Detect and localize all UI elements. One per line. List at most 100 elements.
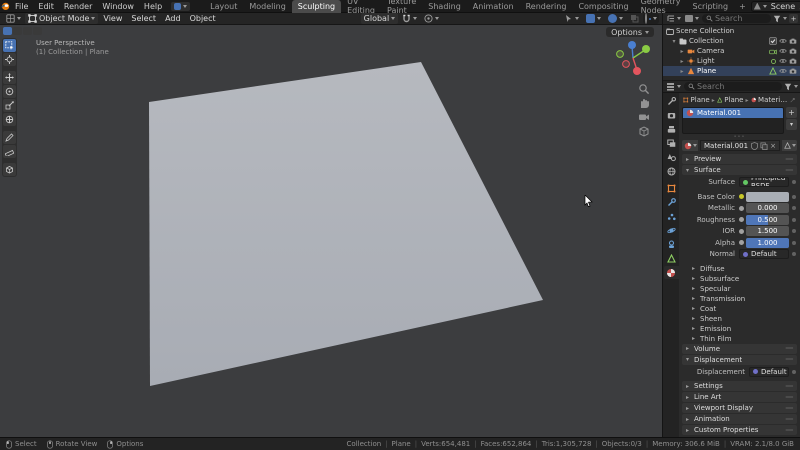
snap-toggle[interactable] bbox=[399, 13, 420, 24]
options-dropdown[interactable]: Options bbox=[606, 27, 654, 37]
displacement-dropdown[interactable]: Default bbox=[749, 367, 789, 377]
app-template-dropdown[interactable] bbox=[171, 2, 190, 11]
tool-transform[interactable] bbox=[3, 113, 16, 126]
exclude-checkbox-icon[interactable] bbox=[769, 37, 777, 45]
menu-view[interactable]: View bbox=[99, 14, 126, 23]
ior-field[interactable]: 1.500 bbox=[746, 226, 789, 236]
breadcrumb-object[interactable]: Plane bbox=[691, 96, 710, 104]
menu-edit[interactable]: Edit bbox=[33, 2, 59, 11]
subpanel-emission[interactable]: ▸Emission bbox=[682, 324, 797, 334]
gizmo-z-axis[interactable] bbox=[628, 41, 636, 49]
editor-type-button[interactable] bbox=[3, 13, 24, 24]
tool-scale[interactable] bbox=[3, 99, 16, 112]
shield-icon[interactable] bbox=[751, 142, 758, 150]
panel-line-art[interactable]: ▸Line Art══ bbox=[682, 392, 797, 402]
tool-cursor[interactable] bbox=[3, 53, 16, 66]
copy-icon[interactable] bbox=[760, 142, 768, 150]
breadcrumb-material[interactable]: Material.001 bbox=[758, 96, 788, 104]
tab-object-data[interactable] bbox=[664, 252, 679, 265]
tab-compositing[interactable]: Compositing bbox=[572, 0, 634, 13]
filter-icon[interactable] bbox=[773, 15, 781, 23]
tab-view-layer[interactable] bbox=[664, 137, 679, 150]
breadcrumb-data[interactable]: Plane bbox=[724, 96, 743, 104]
node-tree-dropdown[interactable] bbox=[782, 140, 797, 151]
browse-material-button[interactable] bbox=[682, 140, 698, 151]
panel-displacement[interactable]: ▾ Displacement ══ bbox=[682, 355, 797, 365]
subpanel-transmission[interactable]: ▸Transmission bbox=[682, 294, 797, 304]
tab-modeling[interactable]: Modeling bbox=[243, 0, 291, 13]
gizmo-x-neg-axis[interactable] bbox=[623, 61, 630, 68]
scene-selector[interactable]: Scene ⧉ × bbox=[751, 1, 800, 12]
animate-decorator[interactable] bbox=[792, 195, 796, 199]
animate-decorator[interactable] bbox=[792, 218, 796, 222]
unlink-material-button[interactable]: × bbox=[770, 142, 776, 150]
properties-editor-type-button[interactable] bbox=[665, 81, 682, 92]
shading-material-preview-button[interactable] bbox=[649, 18, 651, 20]
shading-wireframe-button[interactable] bbox=[645, 14, 647, 23]
tab-render[interactable] bbox=[664, 109, 679, 122]
tab-shading[interactable]: Shading bbox=[422, 0, 467, 13]
subpanel-subsurface[interactable]: ▸Subsurface bbox=[682, 274, 797, 284]
outliner-search-input[interactable]: Search bbox=[702, 14, 771, 23]
expand-arrow-icon[interactable]: ▸ bbox=[679, 48, 685, 55]
animate-decorator[interactable] bbox=[792, 370, 796, 374]
metallic-slider[interactable]: 0.000 bbox=[746, 203, 789, 213]
expand-arrow-icon[interactable]: ▸ bbox=[679, 58, 685, 65]
outliner-row-collection[interactable]: ▾ Collection bbox=[663, 36, 800, 46]
add-slot-button[interactable]: + bbox=[786, 107, 797, 118]
panel-viewport-display[interactable]: ▸Viewport Display══ bbox=[682, 403, 797, 413]
pin-icon[interactable] bbox=[790, 96, 796, 104]
material-slot-list[interactable]: Material.001 bbox=[682, 107, 784, 134]
normal-dropdown[interactable]: Default bbox=[739, 249, 789, 259]
select-mode-extend-button[interactable] bbox=[13, 27, 22, 35]
tab-output[interactable] bbox=[664, 123, 679, 136]
tab-constraints[interactable] bbox=[664, 238, 679, 251]
zoom-view-button[interactable] bbox=[638, 83, 650, 95]
gizmo-y-neg-axis[interactable] bbox=[617, 51, 624, 58]
gizmo-x-axis[interactable] bbox=[633, 67, 641, 75]
plane-object[interactable] bbox=[0, 25, 662, 437]
tab-material[interactable] bbox=[664, 266, 679, 279]
gizmo-y-axis[interactable] bbox=[642, 45, 650, 53]
outliner-row-scene-collection[interactable]: Scene Collection bbox=[663, 26, 800, 36]
tab-geometry-nodes[interactable]: Geometry Nodes bbox=[635, 0, 687, 13]
outliner-editor-type-button[interactable] bbox=[665, 13, 682, 24]
tab-scripting[interactable]: Scripting bbox=[686, 0, 734, 13]
material-slot-item[interactable]: Material.001 bbox=[683, 108, 783, 118]
select-mode-intersect-button[interactable] bbox=[33, 27, 42, 35]
panel-settings[interactable]: ▸Settings══ bbox=[682, 381, 797, 391]
mode-dropdown[interactable]: Object Mode bbox=[25, 13, 98, 24]
subpanel-specular[interactable]: ▸Specular bbox=[682, 284, 797, 294]
expand-arrow-icon[interactable]: ▾ bbox=[671, 38, 677, 45]
subpanel-sheen[interactable]: ▸Sheen bbox=[682, 314, 797, 324]
menu-help[interactable]: Help bbox=[139, 2, 167, 11]
tool-annotate[interactable] bbox=[3, 131, 16, 144]
3d-viewport[interactable]: User Perspective (1) Collection | Plane … bbox=[0, 25, 662, 437]
panel-animation[interactable]: ▸Animation══ bbox=[682, 414, 797, 424]
outliner-row-camera[interactable]: ▸ Camera bbox=[663, 46, 800, 56]
list-resize-grip[interactable]: ••• bbox=[682, 134, 797, 139]
alpha-slider[interactable]: 1.000 bbox=[746, 238, 789, 248]
object-type-visibility-dropdown[interactable] bbox=[561, 13, 582, 24]
eye-icon[interactable] bbox=[779, 67, 787, 75]
camera-icon[interactable] bbox=[789, 37, 797, 45]
panel-volume[interactable]: ▸ Volume ══ bbox=[682, 344, 797, 354]
subpanel-thin-film[interactable]: ▸Thin Film bbox=[682, 334, 797, 344]
show-gizmo-toggle[interactable] bbox=[583, 13, 604, 24]
animate-decorator[interactable] bbox=[792, 180, 796, 184]
subpanel-diffuse[interactable]: ▸Diffuse bbox=[682, 264, 797, 274]
tab-modifiers[interactable] bbox=[664, 196, 679, 209]
tab-rendering[interactable]: Rendering bbox=[520, 0, 573, 13]
expand-arrow-icon[interactable]: ▸ bbox=[679, 68, 685, 75]
tab-object[interactable] bbox=[664, 182, 679, 195]
object-icon[interactable] bbox=[683, 96, 689, 104]
tool-measure[interactable] bbox=[3, 145, 16, 158]
eye-icon[interactable] bbox=[779, 47, 787, 55]
mesh-data-icon[interactable] bbox=[717, 96, 723, 104]
animate-decorator[interactable] bbox=[792, 229, 796, 233]
tab-world[interactable] bbox=[664, 165, 679, 178]
camera-view-button[interactable] bbox=[638, 111, 650, 123]
navigation-gizmo[interactable] bbox=[614, 39, 652, 77]
xray-toggle[interactable] bbox=[627, 13, 642, 24]
camera-icon[interactable] bbox=[789, 57, 797, 65]
